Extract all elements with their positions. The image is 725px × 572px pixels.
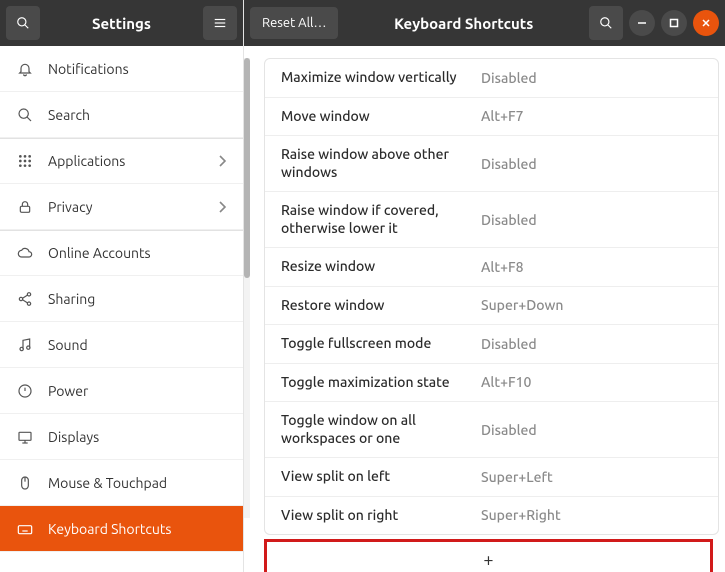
page-title: Keyboard Shortcuts — [344, 15, 583, 32]
settings-window: Settings Notifications Search Applications… — [0, 0, 725, 572]
shortcut-row[interactable]: Maximize window verticallyDisabled — [265, 59, 718, 98]
chevron-right-icon — [217, 201, 227, 213]
note-icon — [16, 336, 34, 354]
shortcut-row[interactable]: Toggle maximization stateAlt+F10 — [265, 364, 718, 403]
shortcut-row[interactable]: Toggle window on all workspaces or oneDi… — [265, 402, 718, 458]
main-search-button[interactable] — [589, 6, 623, 40]
shortcut-key-label: Disabled — [481, 422, 537, 438]
sidebar-item-mouse-touchpad[interactable]: Mouse & Touchpad — [0, 460, 243, 506]
sidebar-item-displays[interactable]: Displays — [0, 414, 243, 460]
search-icon — [16, 106, 34, 124]
shortcut-action-label: Maximize window vertically — [281, 69, 481, 87]
shortcut-key-label: Alt+F7 — [481, 108, 523, 124]
minimize-icon — [637, 18, 647, 28]
sidebar-item-label: Power — [48, 383, 227, 399]
power-icon — [16, 382, 34, 400]
shortcut-key-label: Disabled — [481, 336, 537, 352]
sidebar-item-label: Sound — [48, 337, 227, 353]
sidebar-item-power[interactable]: Power — [0, 368, 243, 414]
shortcut-action-label: Restore window — [281, 297, 481, 315]
sidebar-item-search[interactable]: Search — [0, 92, 243, 138]
main-header: Reset All… Keyboard Shortcuts — [244, 0, 725, 46]
shortcut-row[interactable]: View split on leftSuper+Left — [265, 458, 718, 497]
shortcut-row[interactable]: View split on rightSuper+Right — [265, 497, 718, 535]
sidebar-item-label: Privacy — [48, 199, 203, 215]
sidebar-item-keyboard-shortcuts[interactable]: Keyboard Shortcuts — [0, 506, 243, 552]
shortcut-action-label: Move window — [281, 108, 481, 126]
shortcut-key-label: Alt+F8 — [481, 259, 523, 275]
scrollbar-thumb[interactable] — [244, 58, 250, 278]
sidebar-item-online-accounts[interactable]: Online Accounts — [0, 230, 243, 276]
hamburger-icon — [213, 16, 227, 30]
search-icon — [599, 16, 613, 30]
shortcut-key-label: Disabled — [481, 156, 537, 172]
reset-all-label: Reset All… — [262, 16, 326, 30]
shortcut-row[interactable]: Raise window above other windowsDisabled — [265, 136, 718, 192]
shortcut-action-label: Raise window if covered, otherwise lower… — [281, 202, 481, 237]
share-icon — [16, 290, 34, 308]
shortcut-action-label: View split on right — [281, 507, 481, 525]
sidebar-item-notifications[interactable]: Notifications — [0, 46, 243, 92]
shortcut-action-label: Raise window above other windows — [281, 146, 481, 181]
sidebar-item-sharing[interactable]: Sharing — [0, 276, 243, 322]
window-minimize-button[interactable] — [629, 10, 655, 36]
sidebar-header: Settings — [0, 0, 243, 46]
sidebar-item-label: Applications — [48, 153, 203, 169]
sidebar-item-label: Search — [48, 107, 227, 123]
shortcut-row[interactable]: Move windowAlt+F7 — [265, 98, 718, 137]
shortcut-action-label: Resize window — [281, 258, 481, 276]
shortcut-action-label: Toggle window on all workspaces or one — [281, 412, 481, 447]
sidebar-item-privacy[interactable]: Privacy — [0, 184, 243, 230]
add-shortcut-button[interactable]: + — [264, 539, 713, 572]
sidebar-item-label: Displays — [48, 429, 227, 445]
sidebar-item-applications[interactable]: Applications — [0, 138, 243, 184]
close-icon — [701, 18, 711, 28]
shortcut-key-label: Super+Down — [481, 297, 563, 313]
shortcut-action-label: Toggle fullscreen mode — [281, 335, 481, 353]
sidebar-item-label: Keyboard Shortcuts — [48, 521, 227, 537]
shortcut-list: Maximize window verticallyDisabledMove w… — [264, 58, 719, 535]
sidebar-title: Settings — [46, 15, 197, 32]
window-close-button[interactable] — [693, 10, 719, 36]
shortcut-action-label: Toggle maximization state — [281, 374, 481, 392]
mouse-icon — [16, 474, 34, 492]
sidebar-item-label: Notifications — [48, 61, 227, 77]
sidebar: Settings Notifications Search Applications… — [0, 0, 244, 572]
sidebar-item-label: Mouse & Touchpad — [48, 475, 227, 491]
shortcut-row[interactable]: Toggle fullscreen modeDisabled — [265, 325, 718, 364]
reset-all-button[interactable]: Reset All… — [250, 7, 338, 39]
shortcut-key-label: Alt+F10 — [481, 374, 531, 390]
chevron-right-icon — [217, 155, 227, 167]
main-panel: Reset All… Keyboard Shortcuts — [244, 0, 725, 572]
sidebar-search-button[interactable] — [6, 6, 40, 40]
grid-icon — [16, 152, 34, 170]
sidebar-item-label: Sharing — [48, 291, 227, 307]
search-icon — [16, 16, 30, 30]
lock-icon — [16, 198, 34, 216]
shortcut-row[interactable]: Restore windowSuper+Down — [265, 287, 718, 326]
cloud-icon — [16, 244, 34, 262]
shortcut-key-label: Disabled — [481, 70, 537, 86]
sidebar-item-sound[interactable]: Sound — [0, 322, 243, 368]
display-icon — [16, 428, 34, 446]
shortcut-key-label: Disabled — [481, 212, 537, 228]
keyboard-icon — [16, 520, 34, 538]
shortcut-key-label: Super+Right — [481, 507, 561, 523]
window-maximize-button[interactable] — [661, 10, 687, 36]
sidebar-item-label: Online Accounts — [48, 245, 227, 261]
sidebar-list: Notifications Search Applications Privacy On… — [0, 46, 243, 572]
bell-icon — [16, 60, 34, 78]
maximize-icon — [669, 18, 679, 28]
shortcut-key-label: Super+Left — [481, 469, 553, 485]
hamburger-menu-button[interactable] — [203, 6, 237, 40]
main-body: Maximize window verticallyDisabledMove w… — [244, 46, 725, 572]
shortcut-row[interactable]: Raise window if covered, otherwise lower… — [265, 192, 718, 248]
plus-icon: + — [483, 550, 493, 570]
shortcut-action-label: View split on left — [281, 468, 481, 486]
shortcut-row[interactable]: Resize windowAlt+F8 — [265, 248, 718, 287]
